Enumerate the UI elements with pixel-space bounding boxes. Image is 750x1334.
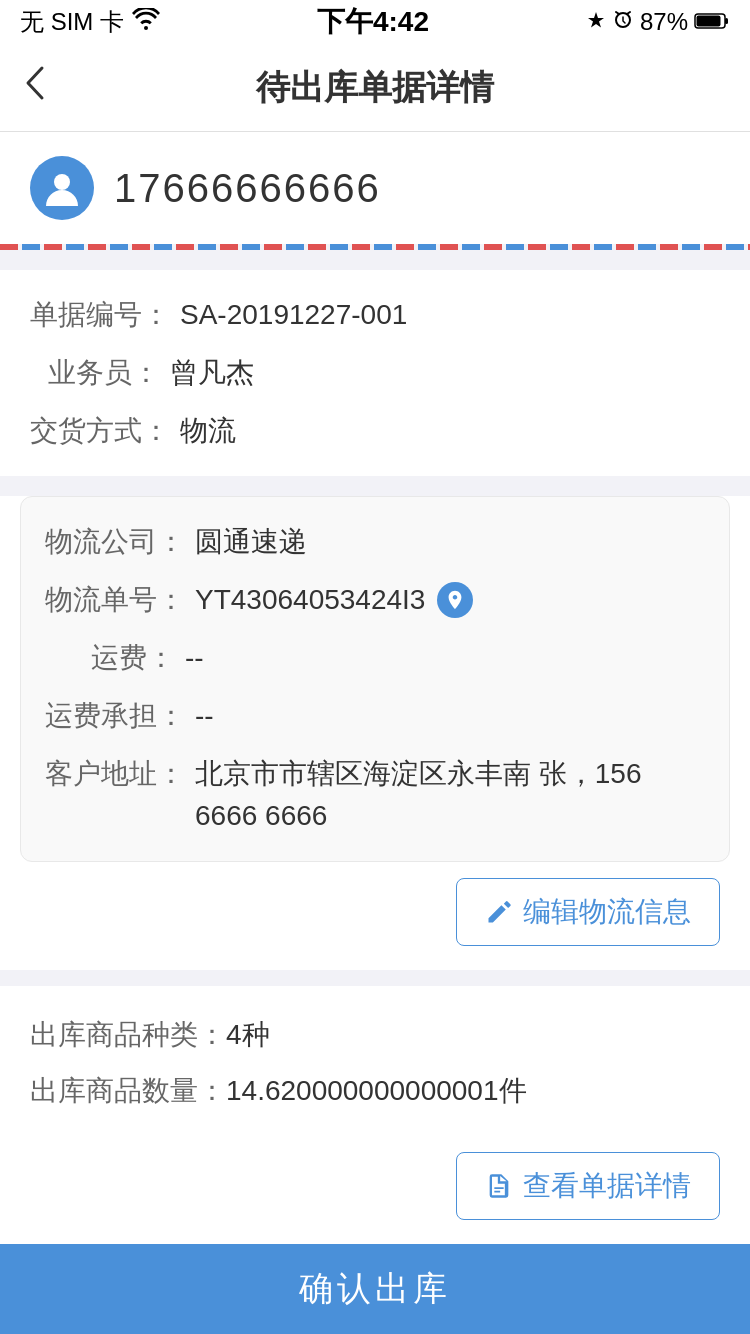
alarm-status-icon	[612, 8, 634, 36]
address-value: 北京市市辖区海淀区永丰南 张，156 6666 6666	[195, 753, 705, 837]
product-types-value: 4种	[226, 1016, 270, 1054]
logistics-company-label: 物流公司：	[45, 521, 195, 563]
doc-number-value: SA-20191227-001	[180, 294, 720, 336]
status-left: 无 SIM 卡	[20, 6, 160, 38]
tracking-location-icon[interactable]	[437, 582, 473, 618]
doc-info-section: 单据编号： SA-20191227-001 业务员： 曾凡杰 交货方式： 物流	[0, 270, 750, 476]
user-header: 17666666666	[0, 132, 750, 244]
wifi-icon	[132, 8, 160, 36]
logistics-card: 物流公司： 圆通速递 物流单号： YT43064053424I3 运费： --	[20, 496, 730, 862]
avatar	[30, 156, 94, 220]
product-qty-row: 出库商品数量： 14.620000000000001件	[30, 1072, 720, 1110]
nav-bar: 待出库单据详情	[0, 44, 750, 132]
product-qty-label: 出库商品数量：	[30, 1072, 226, 1110]
doc-number-label: 单据编号：	[30, 294, 180, 336]
freight-bearer-value: --	[195, 695, 705, 737]
view-btn-container: 查看单据详情	[0, 1144, 750, 1250]
view-details-button[interactable]: 查看单据详情	[456, 1152, 720, 1220]
address-label: 客户地址：	[45, 753, 195, 795]
svg-rect-3	[696, 16, 720, 27]
confirm-btn-container[interactable]: 确认出库	[0, 1244, 750, 1334]
status-bar: 无 SIM 卡 下午4:42 87%	[0, 0, 750, 44]
battery-label: 87%	[640, 8, 688, 36]
document-icon	[485, 1172, 513, 1200]
location-status-icon	[586, 8, 606, 36]
svg-rect-2	[725, 18, 728, 24]
delivery-method-value: 物流	[180, 410, 720, 452]
logistics-tracking-value: YT43064053424I3	[195, 579, 705, 621]
section-divider	[0, 970, 750, 986]
freight-label: 运费：	[45, 637, 185, 679]
carrier-label: 无 SIM 卡	[20, 6, 124, 38]
svg-point-4	[54, 174, 70, 190]
confirm-button-label: 确认出库	[299, 1266, 451, 1312]
salesman-row: 业务员： 曾凡杰	[30, 352, 720, 394]
edit-icon	[485, 898, 513, 926]
freight-bearer-row: 运费承担： --	[45, 695, 705, 737]
logistics-tracking-label: 物流单号：	[45, 579, 195, 621]
summary-section: 出库商品种类： 4种 出库商品数量： 14.620000000000001件	[0, 986, 750, 1144]
doc-number-row: 单据编号： SA-20191227-001	[30, 294, 720, 336]
status-time: 下午4:42	[317, 3, 429, 41]
logistics-tracking-row: 物流单号： YT43064053424I3	[45, 579, 705, 621]
freight-bearer-label: 运费承担：	[45, 695, 195, 737]
product-qty-value: 14.620000000000001件	[226, 1072, 527, 1110]
edit-btn-container: 编辑物流信息	[0, 862, 750, 970]
user-phone: 17666666666	[114, 166, 381, 211]
product-types-label: 出库商品种类：	[30, 1016, 226, 1054]
address-row: 客户地址： 北京市市辖区海淀区永丰南 张，156 6666 6666	[45, 753, 705, 837]
logistics-company-value: 圆通速递	[195, 521, 705, 563]
back-button[interactable]	[24, 64, 46, 111]
product-types-row: 出库商品种类： 4种	[30, 1016, 720, 1054]
freight-value: --	[185, 637, 705, 679]
delivery-method-label: 交货方式：	[30, 410, 180, 452]
delivery-method-row: 交货方式： 物流	[30, 410, 720, 452]
dashed-divider	[0, 244, 750, 250]
battery-icon	[694, 8, 730, 36]
logistics-company-row: 物流公司： 圆通速递	[45, 521, 705, 563]
salesman-label: 业务员：	[30, 352, 170, 394]
edit-logistics-button[interactable]: 编辑物流信息	[456, 878, 720, 946]
freight-row: 运费： --	[45, 637, 705, 679]
salesman-value: 曾凡杰	[170, 352, 720, 394]
status-right: 87%	[586, 8, 730, 36]
page-title: 待出库单据详情	[256, 65, 494, 111]
